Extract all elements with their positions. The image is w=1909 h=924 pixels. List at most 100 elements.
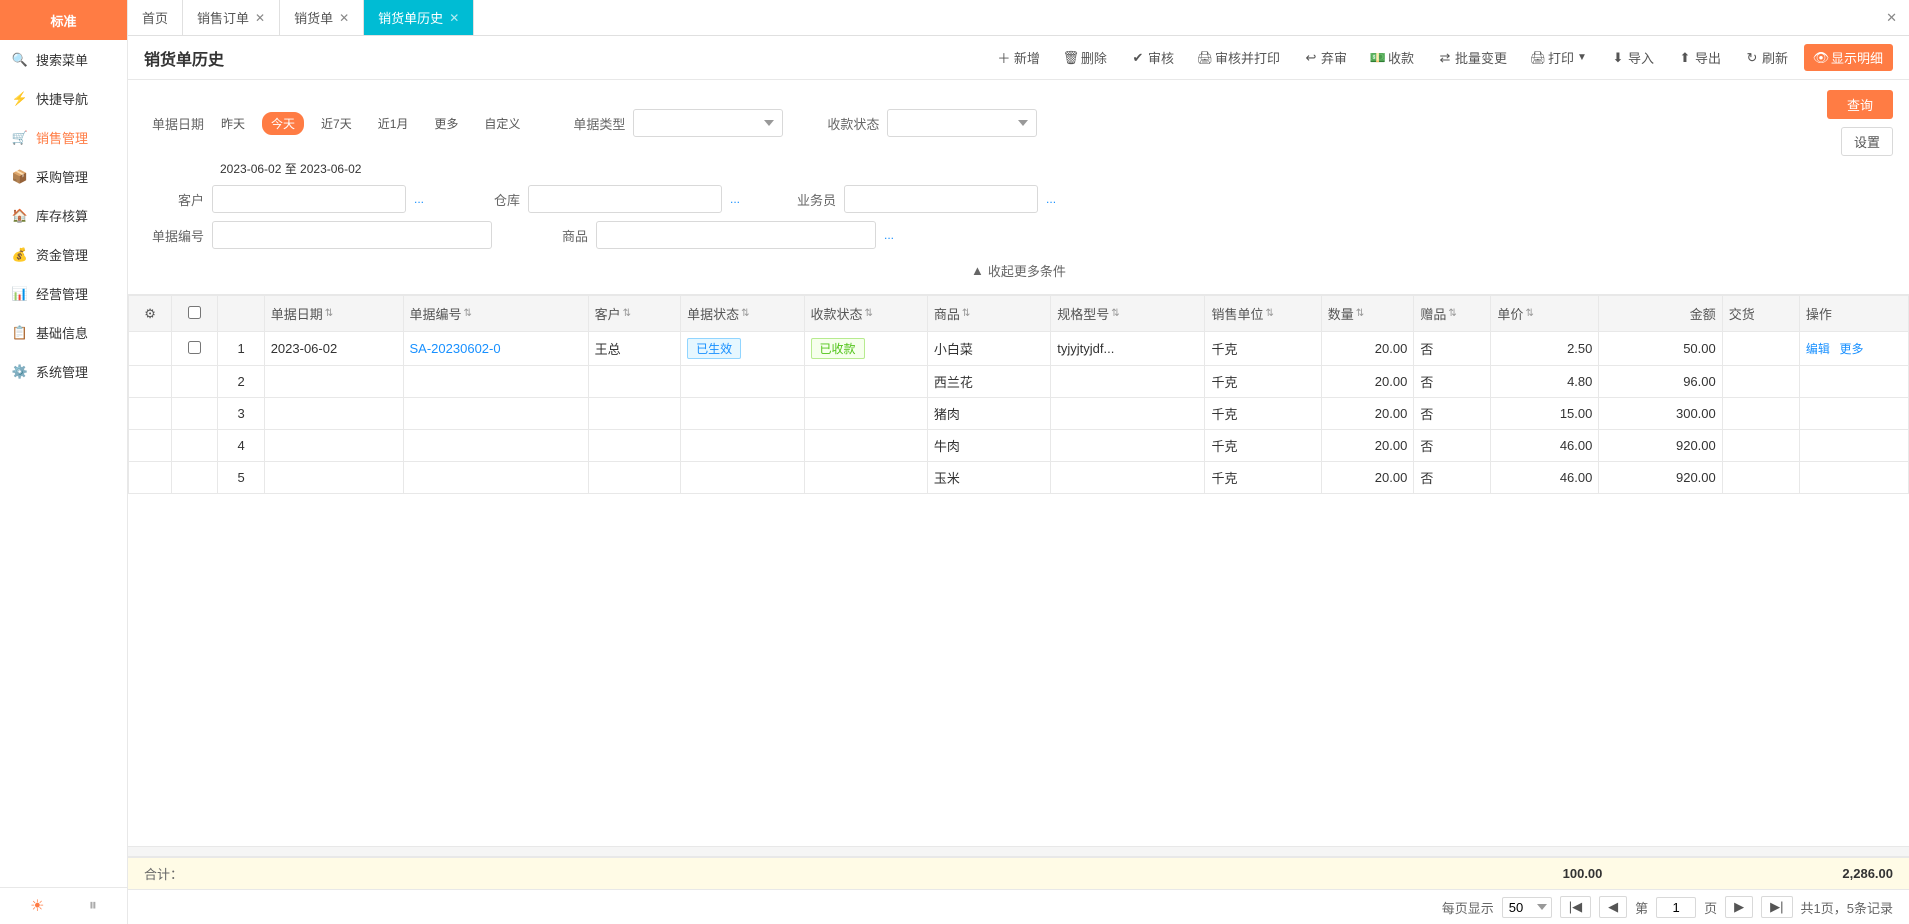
sort-qty[interactable]: 数量 ⇅ xyxy=(1328,304,1408,323)
sort-goods[interactable]: 商品 ⇅ xyxy=(934,304,1044,323)
audit-print-button[interactable]: 🖨 审核并打印 xyxy=(1190,44,1288,71)
row-checkbox-4[interactable] xyxy=(172,462,218,494)
row-checkbox-1[interactable] xyxy=(172,366,218,398)
date-tag-yesterday[interactable]: 昨天 xyxy=(212,112,254,135)
sort-gift[interactable]: 赠品 ⇅ xyxy=(1420,304,1484,323)
col-customer[interactable]: 客户 ⇅ xyxy=(588,296,681,332)
tab-sales-delivery[interactable]: 销货单 ✕ xyxy=(280,0,364,35)
row-settings-2 xyxy=(129,398,172,430)
page-input[interactable] xyxy=(1656,897,1696,918)
search-icon: 🔍 xyxy=(12,52,28,68)
sidebar-item-search-menu[interactable]: 🔍 搜索菜单 xyxy=(0,40,127,79)
collapse-button[interactable]: ▲ 收起更多条件 xyxy=(971,261,1066,280)
filter-customer-input[interactable] xyxy=(212,185,406,213)
sort-code[interactable]: 单据编号 ⇅ xyxy=(410,304,582,323)
col-spec[interactable]: 规格型号 ⇅ xyxy=(1051,296,1205,332)
col-date[interactable]: 单据日期 ⇅ xyxy=(264,296,403,332)
chevron-down-icon: ▼ xyxy=(1577,52,1587,63)
filter-warehouse-input[interactable] xyxy=(528,185,722,213)
row-gift-0: 否 xyxy=(1414,332,1491,366)
filter-staff-ellipsis[interactable]: ... xyxy=(1046,192,1056,206)
date-tag-custom[interactable]: 自定义 xyxy=(475,112,529,135)
filter-docno-input[interactable] xyxy=(212,221,492,249)
row-code-link-0[interactable]: SA-20230602-0 xyxy=(410,341,501,356)
row-checkbox-3[interactable] xyxy=(172,430,218,462)
sidebar-item-sales[interactable]: 🛒 销售管理 xyxy=(0,118,127,157)
date-tag-today[interactable]: 今天 xyxy=(262,112,304,135)
select-all-checkbox[interactable] xyxy=(188,306,201,319)
page-first-button[interactable]: |◀ xyxy=(1560,896,1591,918)
row-amount-3: 920.00 xyxy=(1599,430,1722,462)
pause-icon[interactable]: ⏸ xyxy=(89,897,97,915)
row-edit-btn-0[interactable]: 编辑 xyxy=(1806,342,1830,356)
sidebar-item-operations[interactable]: 📊 经营管理 xyxy=(0,274,127,313)
sort-price[interactable]: 单价 ⇅ xyxy=(1497,304,1592,323)
filter-warehouse-ellipsis[interactable]: ... xyxy=(730,192,740,206)
add-button[interactable]: ＋ 新增 xyxy=(989,44,1048,71)
date-tag-7days[interactable]: 近7天 xyxy=(312,112,361,135)
filter-customer-ellipsis[interactable]: ... xyxy=(414,192,424,206)
sort-spec[interactable]: 规格型号 ⇅ xyxy=(1057,304,1198,323)
sort-pay-status[interactable]: 收款状态 ⇅ xyxy=(811,304,921,323)
tab-sales-history-close[interactable]: ✕ xyxy=(449,11,459,25)
setting-button[interactable]: 设置 xyxy=(1841,127,1893,156)
col-unit[interactable]: 销售单位 ⇅ xyxy=(1205,296,1321,332)
sort-date[interactable]: 单据日期 ⇅ xyxy=(271,304,397,323)
sidebar-item-basic-info[interactable]: 📋 基础信息 xyxy=(0,313,127,352)
page-prev-button[interactable]: ◀ xyxy=(1599,896,1627,918)
row-code-0[interactable]: SA-20230602-0 xyxy=(403,332,588,366)
tab-home[interactable]: 首页 xyxy=(128,0,183,35)
sort-order-status[interactable]: 单据状态 ⇅ xyxy=(687,304,797,323)
filter-staff-input[interactable] xyxy=(844,185,1038,213)
row-more-btn-0[interactable]: 更多 xyxy=(1840,342,1864,356)
tab-sales-delivery-close[interactable]: ✕ xyxy=(339,11,349,25)
page-size-select[interactable]: 50 100 200 xyxy=(1502,897,1552,918)
date-tag-more[interactable]: 更多 xyxy=(425,112,467,135)
col-pay-status[interactable]: 收款状态 ⇅ xyxy=(804,296,927,332)
row-settings-3 xyxy=(129,430,172,462)
filter-doc-type-select[interactable] xyxy=(633,109,783,137)
col-gift[interactable]: 赠品 ⇅ xyxy=(1414,296,1491,332)
page-last-button[interactable]: ▶| xyxy=(1761,896,1792,918)
col-settings[interactable]: ⚙ xyxy=(129,296,172,332)
refresh-button[interactable]: ↻ 刷新 xyxy=(1737,44,1796,71)
date-tag-1month[interactable]: 近1月 xyxy=(369,112,418,135)
sidebar-item-purchase[interactable]: 📦 采购管理 xyxy=(0,157,127,196)
filter-goods-ellipsis[interactable]: ... xyxy=(884,228,894,242)
sort-customer[interactable]: 客户 ⇅ xyxy=(595,304,675,323)
tab-sales-order[interactable]: 销售订单 ✕ xyxy=(183,0,280,35)
tab-bar-close-all[interactable]: ✕ xyxy=(1874,10,1909,26)
export-button[interactable]: ⬆ 导出 xyxy=(1670,44,1729,71)
row-check-0[interactable] xyxy=(188,341,201,354)
tab-sales-order-close[interactable]: ✕ xyxy=(255,11,265,25)
filter-pay-status-select[interactable] xyxy=(887,109,1037,137)
print-button[interactable]: 🖨 打印 ▼ xyxy=(1523,44,1595,71)
sidebar-item-inventory[interactable]: 🏠 库存核算 xyxy=(0,196,127,235)
col-order-status[interactable]: 单据状态 ⇅ xyxy=(681,296,804,332)
batch-change-button[interactable]: ⇄ 批量变更 xyxy=(1430,44,1515,71)
col-qty[interactable]: 数量 ⇅ xyxy=(1321,296,1414,332)
import-button[interactable]: ⬇ 导入 xyxy=(1603,44,1662,71)
horizontal-scrollbar[interactable] xyxy=(128,846,1909,856)
sidebar-item-quick-nav[interactable]: ⚡ 快捷导航 xyxy=(0,79,127,118)
query-button[interactable]: 查询 xyxy=(1827,90,1893,119)
filter-goods-input[interactable] xyxy=(596,221,876,249)
col-goods[interactable]: 商品 ⇅ xyxy=(927,296,1050,332)
discard-button[interactable]: ↩ 弃审 xyxy=(1296,44,1355,71)
sidebar-item-finance[interactable]: 💰 资金管理 xyxy=(0,235,127,274)
sun-icon[interactable]: ☀ xyxy=(30,896,44,916)
row-pay-status-2 xyxy=(804,398,927,430)
col-price[interactable]: 单价 ⇅ xyxy=(1491,296,1599,332)
delete-button[interactable]: 🗑 删除 xyxy=(1056,44,1115,71)
row-checkbox-0[interactable] xyxy=(172,332,218,366)
audit-button[interactable]: ✔ 审核 xyxy=(1123,44,1182,71)
row-checkbox-2[interactable] xyxy=(172,398,218,430)
sort-unit[interactable]: 销售单位 ⇅ xyxy=(1211,304,1314,323)
col-code[interactable]: 单据编号 ⇅ xyxy=(403,296,588,332)
col-checkbox[interactable] xyxy=(172,296,218,332)
tab-sales-history[interactable]: 销货单历史 ✕ xyxy=(364,0,474,35)
sidebar-item-system[interactable]: ⚙️ 系统管理 xyxy=(0,352,127,391)
show-detail-button[interactable]: 👁 显示明细 xyxy=(1804,44,1893,71)
collect-button[interactable]: 💵 收款 xyxy=(1363,44,1422,71)
page-next-button[interactable]: ▶ xyxy=(1725,896,1753,918)
